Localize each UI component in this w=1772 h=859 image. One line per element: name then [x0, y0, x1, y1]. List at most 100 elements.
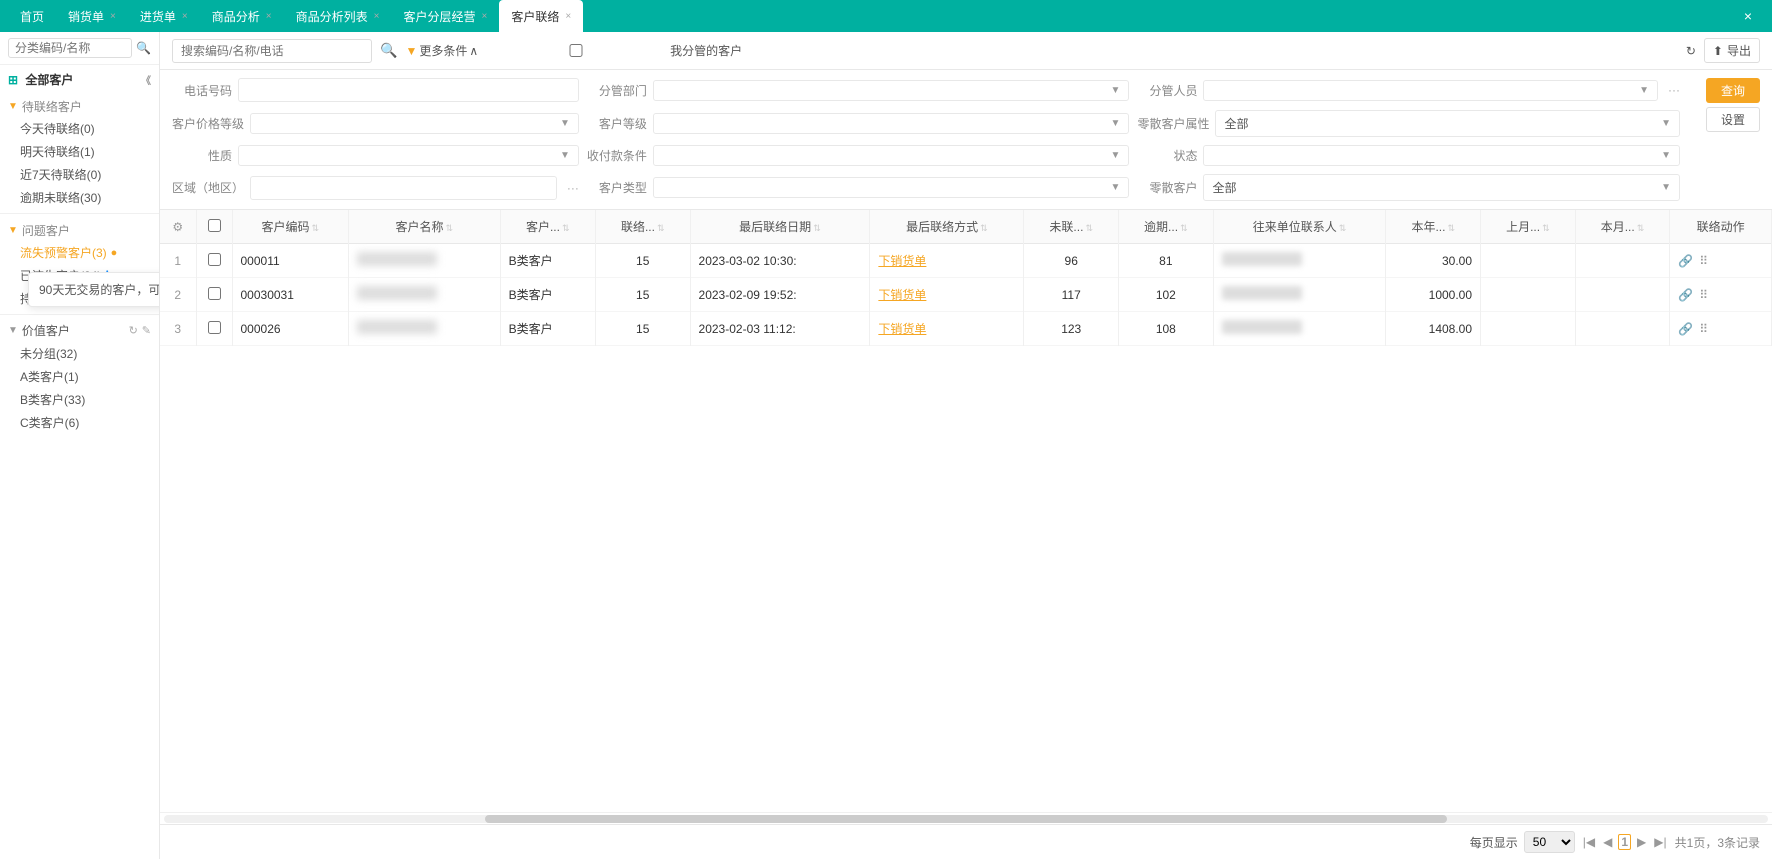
- col-contact-num[interactable]: 联络...⇅: [595, 210, 690, 244]
- refresh-icon[interactable]: ↻: [1686, 44, 1696, 58]
- customer-type-select[interactable]: ▼: [653, 177, 1130, 198]
- status-select[interactable]: ▼: [1203, 145, 1680, 166]
- scrollbar-thumb[interactable]: [485, 815, 1447, 823]
- col-contact-person[interactable]: 往来单位联系人⇅: [1213, 210, 1386, 244]
- tab-customer-contact[interactable]: 客户联络 ×: [499, 0, 583, 32]
- row-3-this-month: [1575, 312, 1670, 346]
- row-2-checkbox[interactable]: [208, 287, 221, 300]
- row-1-code: 000011: [232, 244, 349, 278]
- row-3-action-more-icon[interactable]: ⠿: [1699, 322, 1708, 336]
- tab-sales[interactable]: 销货单 ×: [56, 0, 128, 32]
- col-last-contact-method[interactable]: 最后联络方式⇅: [870, 210, 1024, 244]
- tab-customer-contact-close[interactable]: ×: [565, 11, 571, 22]
- retail-attr-select[interactable]: 全部 ▼: [1215, 110, 1680, 137]
- sidebar-collapse-icon[interactable]: 《: [141, 72, 151, 87]
- col-this-year[interactable]: 本年...⇅: [1386, 210, 1481, 244]
- sidebar-item-ungrouped[interactable]: 未分组(32): [0, 342, 159, 365]
- table-gear-header[interactable]: ⚙: [160, 210, 196, 244]
- region-input[interactable]: [250, 176, 557, 200]
- phone-input[interactable]: [238, 78, 579, 102]
- window-close-button[interactable]: ×: [1732, 8, 1764, 24]
- row-checkbox-3[interactable]: [196, 312, 232, 346]
- dept-select[interactable]: ▼: [653, 80, 1130, 101]
- payment-select[interactable]: ▼: [653, 145, 1130, 166]
- tab-purchase[interactable]: 进货单 ×: [128, 0, 200, 32]
- row-2-last-method[interactable]: 下销货单: [870, 278, 1024, 312]
- customer-level-select[interactable]: ▼: [653, 113, 1130, 134]
- row-1-action-more-icon[interactable]: ⠿: [1699, 254, 1708, 268]
- tab-analysis[interactable]: 商品分析 ×: [200, 0, 284, 32]
- row-1-action-link-icon[interactable]: 🔗: [1678, 254, 1693, 268]
- row-1-last-method[interactable]: 下销货单: [870, 244, 1024, 278]
- settings-button[interactable]: 设置: [1706, 107, 1760, 132]
- query-button[interactable]: 查询: [1706, 78, 1760, 103]
- region-dots[interactable]: ···: [567, 181, 579, 195]
- value-edit-icon[interactable]: ✎: [142, 324, 151, 337]
- sidebar-group-pending[interactable]: ▼ 待联络客户: [0, 94, 159, 117]
- tab-customer-segment[interactable]: 客户分层经营 ×: [391, 0, 499, 32]
- sidebar-item-b-class[interactable]: B类客户(33): [0, 388, 159, 411]
- my-customers-checkbox-label[interactable]: 我分管的客户: [486, 42, 742, 59]
- current-page[interactable]: 1: [1618, 834, 1631, 850]
- main-search-icon[interactable]: 🔍: [380, 42, 397, 59]
- sidebar-item-tomorrow[interactable]: 明天待联络(1): [0, 140, 159, 163]
- sidebar-search-input[interactable]: [8, 38, 132, 58]
- row-1-checkbox[interactable]: [208, 253, 221, 266]
- price-level-select[interactable]: ▼: [250, 113, 579, 134]
- next-page-icon[interactable]: ▶: [1635, 835, 1648, 849]
- col-overdue[interactable]: 逾期...⇅: [1119, 210, 1214, 244]
- sidebar-item-today[interactable]: 今天待联络(0): [0, 117, 159, 140]
- table-checkbox-header[interactable]: [196, 210, 232, 244]
- table-select-all-checkbox[interactable]: [208, 219, 221, 232]
- sidebar-item-week[interactable]: 近7天待联络(0): [0, 163, 159, 186]
- prev-page-icon[interactable]: ◀: [1601, 835, 1614, 849]
- last-page-icon[interactable]: ▶|: [1652, 835, 1668, 849]
- sidebar-item-churn-warning[interactable]: 流失预警客户(3) ●: [0, 241, 159, 264]
- export-button[interactable]: ⬆ 导出: [1704, 38, 1760, 63]
- row-1-contact-num: 15: [595, 244, 690, 278]
- row-checkbox-1[interactable]: [196, 244, 232, 278]
- tab-analysis-list-close[interactable]: ×: [374, 11, 380, 22]
- more-filter-button[interactable]: ▼ 更多条件 ∧: [405, 42, 478, 59]
- sidebar-item-overdue[interactable]: 逾期未联络(30): [0, 186, 159, 209]
- sidebar-item-a-class[interactable]: A类客户(1): [0, 365, 159, 388]
- row-3-last-method[interactable]: 下销货单: [870, 312, 1024, 346]
- tab-sales-close[interactable]: ×: [110, 11, 116, 22]
- tab-home[interactable]: 首页: [8, 0, 56, 32]
- value-refresh-icon[interactable]: ↻: [129, 324, 138, 337]
- col-un-contact[interactable]: 未联...⇅: [1024, 210, 1119, 244]
- tab-purchase-close[interactable]: ×: [182, 11, 188, 22]
- col-customer-type[interactable]: 客户...⇅: [500, 210, 595, 244]
- value-group-label: 价值客户: [22, 322, 70, 339]
- scrollbar-track[interactable]: [164, 815, 1768, 823]
- sidebar-search-icon[interactable]: 🔍: [136, 41, 151, 55]
- tab-customer-segment-close[interactable]: ×: [481, 11, 487, 22]
- retail-customer-select[interactable]: 全部 ▼: [1203, 174, 1680, 201]
- tab-analysis-list[interactable]: 商品分析列表 ×: [284, 0, 392, 32]
- person-dots[interactable]: ···: [1668, 83, 1680, 97]
- my-customers-checkbox[interactable]: [486, 44, 666, 57]
- sidebar-all-customers[interactable]: ⊞ 全部客户 《: [0, 65, 159, 94]
- row-2-action-more-icon[interactable]: ⠿: [1699, 288, 1708, 302]
- row-3-checkbox[interactable]: [208, 321, 221, 334]
- tab-analysis-close[interactable]: ×: [266, 11, 272, 22]
- first-page-icon[interactable]: |◀: [1581, 835, 1597, 849]
- horizontal-scrollbar[interactable]: [160, 812, 1772, 824]
- col-last-month[interactable]: 上月...⇅: [1481, 210, 1576, 244]
- row-checkbox-2[interactable]: [196, 278, 232, 312]
- row-2-action-link-icon[interactable]: 🔗: [1678, 288, 1693, 302]
- filter-retail-attr: 零散客户属性 全部 ▼: [1137, 110, 1680, 137]
- sidebar-group-value[interactable]: ▼ 价值客户 ↻ ✎: [0, 319, 159, 342]
- col-last-contact-date[interactable]: 最后联络日期⇅: [690, 210, 870, 244]
- sidebar-item-c-class[interactable]: C类客户(6): [0, 411, 159, 434]
- per-page-select[interactable]: 50 100 200: [1524, 831, 1575, 853]
- sidebar-divider-1: [0, 213, 159, 214]
- person-select[interactable]: ▼: [1203, 80, 1658, 101]
- col-customer-name[interactable]: 客户名称⇅: [349, 210, 501, 244]
- col-this-month[interactable]: 本月...⇅: [1575, 210, 1670, 244]
- row-3-action-link-icon[interactable]: 🔗: [1678, 322, 1693, 336]
- nature-select[interactable]: ▼: [238, 145, 579, 166]
- col-customer-code[interactable]: 客户编码⇅: [232, 210, 349, 244]
- main-search-input[interactable]: [172, 39, 372, 63]
- sidebar-group-problem[interactable]: ▼ 问题客户: [0, 218, 159, 241]
